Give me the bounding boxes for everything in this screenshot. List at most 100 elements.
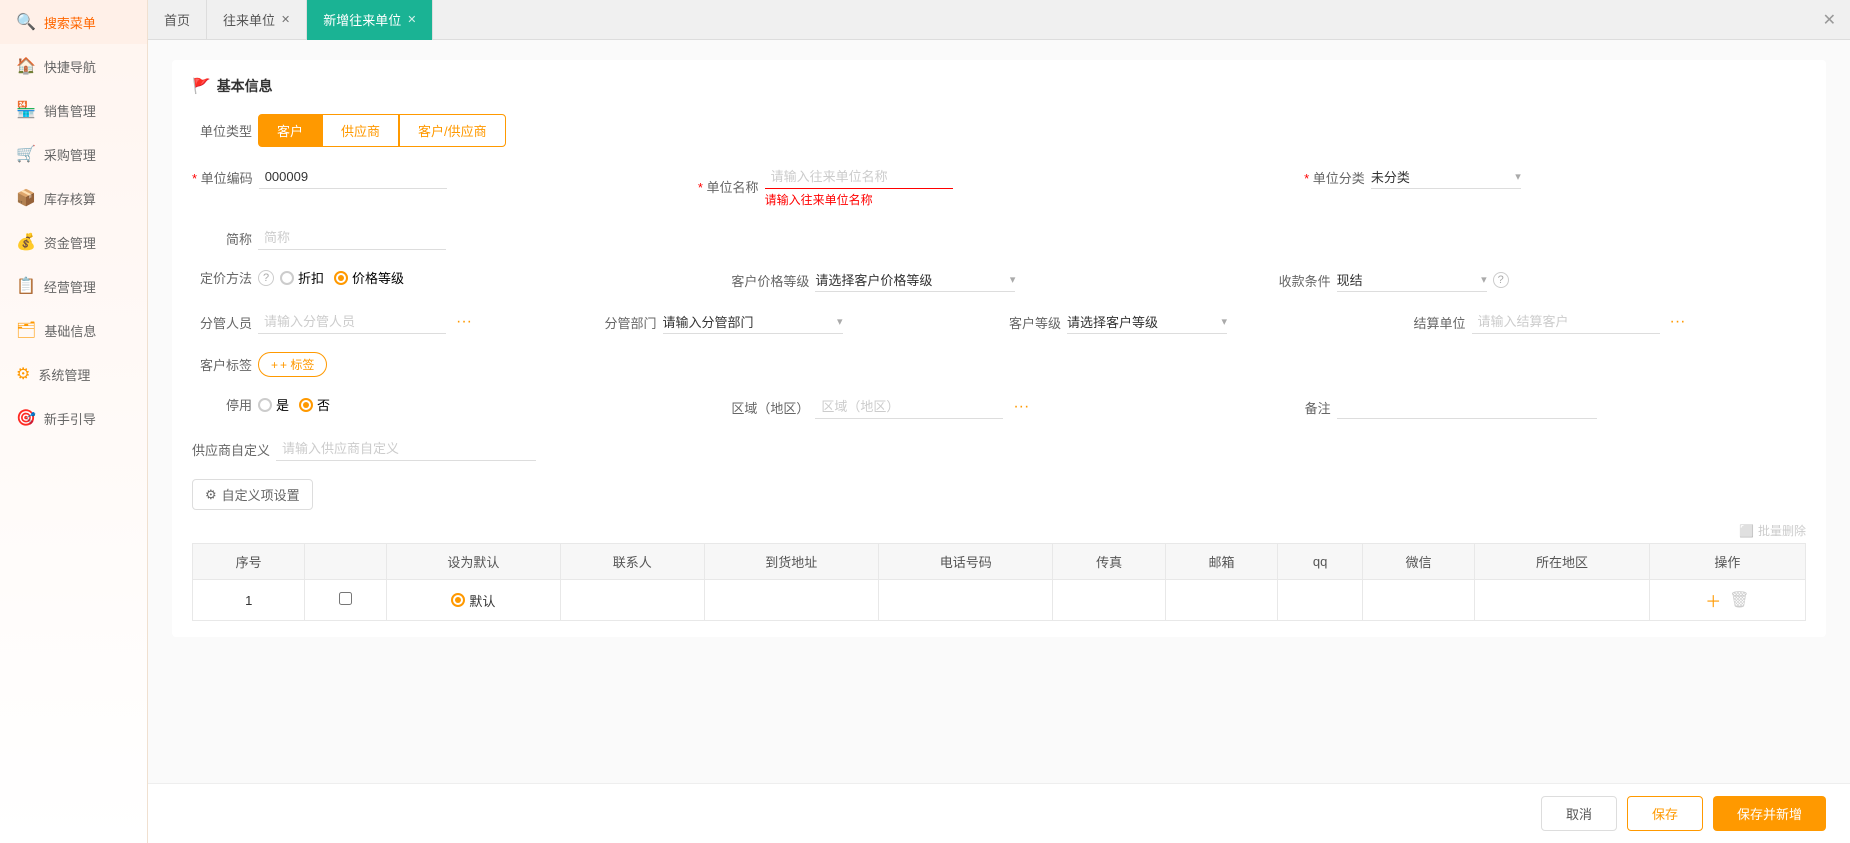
tab-home[interactable]: 首页 [148,0,207,40]
remark-input[interactable] [1337,395,1597,419]
tab-partners[interactable]: 往来单位 ✕ [207,0,307,40]
row-email [1165,580,1277,621]
short-name-input[interactable] [258,226,446,250]
unit-name-label: 单位名称 [698,177,759,196]
no-label: 否 [317,395,330,414]
yes-label: 是 [276,395,289,414]
system-icon: ⚙ [16,364,30,384]
unit-type-row: 单位类型 客户 供应商 客户/供应商 [192,114,1806,147]
disabled-radio-no[interactable]: 否 [299,395,330,414]
home-icon: 🏠 [16,56,36,76]
row-actions: ＋ 🗑 [1649,580,1805,621]
contact-table: 序号 设为默认 联系人 到货地址 电话号码 传真 邮箱 qq 微信 所在地区 操… [192,543,1806,621]
sales-icon: 🏪 [16,100,36,120]
sidebar-item-system[interactable]: ⚙ 系统管理 [0,352,147,396]
row-seq: 1 [193,580,305,621]
sidebar-item-purchase[interactable]: 🛒 采购管理 [0,132,147,176]
region-more-btn[interactable]: ··· [1009,398,1033,416]
th-default: 设为默认 [386,544,560,580]
unit-type-field: 单位类型 客户 供应商 客户/供应商 [192,114,1806,147]
settlement-unit-input[interactable] [1472,310,1660,334]
tab-new-partner[interactable]: 新增往来单位 ✕ [307,0,433,40]
th-region: 所在地区 [1475,544,1649,580]
supplier-custom-input[interactable] [276,437,536,461]
custom-settings-label: 自定义项设置 [222,485,300,504]
region-input[interactable] [815,395,1003,419]
close-new-partner-icon[interactable]: ✕ [407,13,416,26]
region-field: 区域（地区） ··· [731,395,1266,419]
tab-bar-close[interactable]: ✕ [1809,0,1850,40]
price-level-placeholder: 请选择客户价格等级 [815,270,1005,289]
sidebar-item-operation[interactable]: 📋 经营管理 [0,264,147,308]
row-fax [1053,580,1165,621]
manager-more-btn[interactable]: ··· [452,313,476,331]
add-row-icon[interactable]: ＋ [1705,588,1721,612]
basic-info-icon: 🗂 [16,320,36,340]
inventory-icon: 📦 [16,188,36,208]
delete-row-icon[interactable]: 🗑 [1729,590,1749,610]
sidebar-item-quick-nav[interactable]: 🏠 快捷导航 [0,44,147,88]
code-name-category-row: 单位编码 单位名称 请输入往来单位名称 单位分类 未分类 ▾ [192,165,1806,208]
disabled-label: 停用 [192,395,252,414]
sidebar-item-finance[interactable]: 💰 资金管理 [0,220,147,264]
th-email: 邮箱 [1165,544,1277,580]
payment-terms-select[interactable]: 现结 ▾ [1337,268,1487,292]
finance-icon: 💰 [16,232,36,252]
no-radio-dot [299,398,313,412]
sidebar-item-inventory[interactable]: 📦 库存核算 [0,176,147,220]
region-label: 区域（地区） [731,398,809,417]
custom-settings-button[interactable]: ⚙ 自定义项设置 [192,479,313,510]
row-checkbox[interactable] [339,592,352,605]
batch-delete-label[interactable]: 批量删除 [1758,522,1806,539]
short-name-label: 简称 [192,229,252,248]
type-btn-supplier[interactable]: 供应商 [322,114,399,147]
customer-level-select[interactable]: 请选择客户等级 ▾ [1067,310,1227,334]
type-btn-customer[interactable]: 客户 [258,114,322,147]
purchase-icon: 🛒 [16,144,36,164]
pricing-help-icon[interactable]: ? [258,270,274,286]
pricing-radio-discount[interactable]: 折扣 [280,268,324,287]
discount-radio-dot [280,271,294,285]
unit-code-field: 单位编码 [192,165,694,189]
supplier-custom-label: 供应商自定义 [192,440,270,459]
pricing-radio-level[interactable]: 价格等级 [334,268,404,287]
th-fax: 传真 [1053,544,1165,580]
price-level-arrow: ▾ [1010,273,1016,286]
settlement-unit-label: 结算单位 [1406,313,1466,332]
cancel-button[interactable]: 取消 [1541,796,1617,831]
sidebar-item-search[interactable]: 🔍 搜索菜单 [0,0,147,44]
th-seq: 序号 [193,544,305,580]
unit-name-input[interactable] [765,165,953,189]
settlement-more-btn[interactable]: ··· [1666,313,1690,331]
manager-field: 分管人员 ··· [192,310,593,334]
department-select[interactable]: 请输入分管部门 ▾ [663,310,843,334]
unit-category-select[interactable]: 未分类 ▾ [1371,165,1521,189]
pricing-radio-group: 折扣 价格等级 [280,268,404,287]
sidebar-item-guide[interactable]: 🎯 新手引导 [0,396,147,440]
payment-help-icon[interactable]: ? [1493,272,1509,288]
guide-icon: 🎯 [16,408,36,428]
close-partners-icon[interactable]: ✕ [281,13,290,26]
sidebar-item-basic-info[interactable]: 🗂 基础信息 [0,308,147,352]
save-button[interactable]: 保存 [1627,796,1703,831]
short-name-field: 简称 [192,226,1806,250]
manager-label: 分管人员 [192,313,252,332]
th-phone: 电话号码 [879,544,1053,580]
manager-input[interactable] [258,310,446,334]
save-add-button[interactable]: 保存并新增 [1713,796,1826,831]
default-radio[interactable]: 默认 [397,591,550,610]
add-tag-button[interactable]: + + 标签 [258,352,327,377]
th-action: 操作 [1649,544,1805,580]
batch-delete-area: ⬜ 批量删除 [192,522,1806,539]
payment-terms-value: 现结 [1337,270,1477,289]
table-row: 1 默认 [193,580,1806,621]
type-btn-both[interactable]: 客户/供应商 [399,114,506,147]
sidebar-item-sales[interactable]: 🏪 销售管理 [0,88,147,132]
row-contact [561,580,704,621]
department-placeholder: 请输入分管部门 [663,312,833,331]
payment-terms-field: 收款条件 现结 ▾ ? [1271,268,1806,292]
unit-code-input[interactable] [259,165,447,189]
disabled-radio-yes[interactable]: 是 [258,395,289,414]
row-default: 默认 [386,580,560,621]
price-level-select[interactable]: 请选择客户价格等级 ▾ [815,268,1015,292]
